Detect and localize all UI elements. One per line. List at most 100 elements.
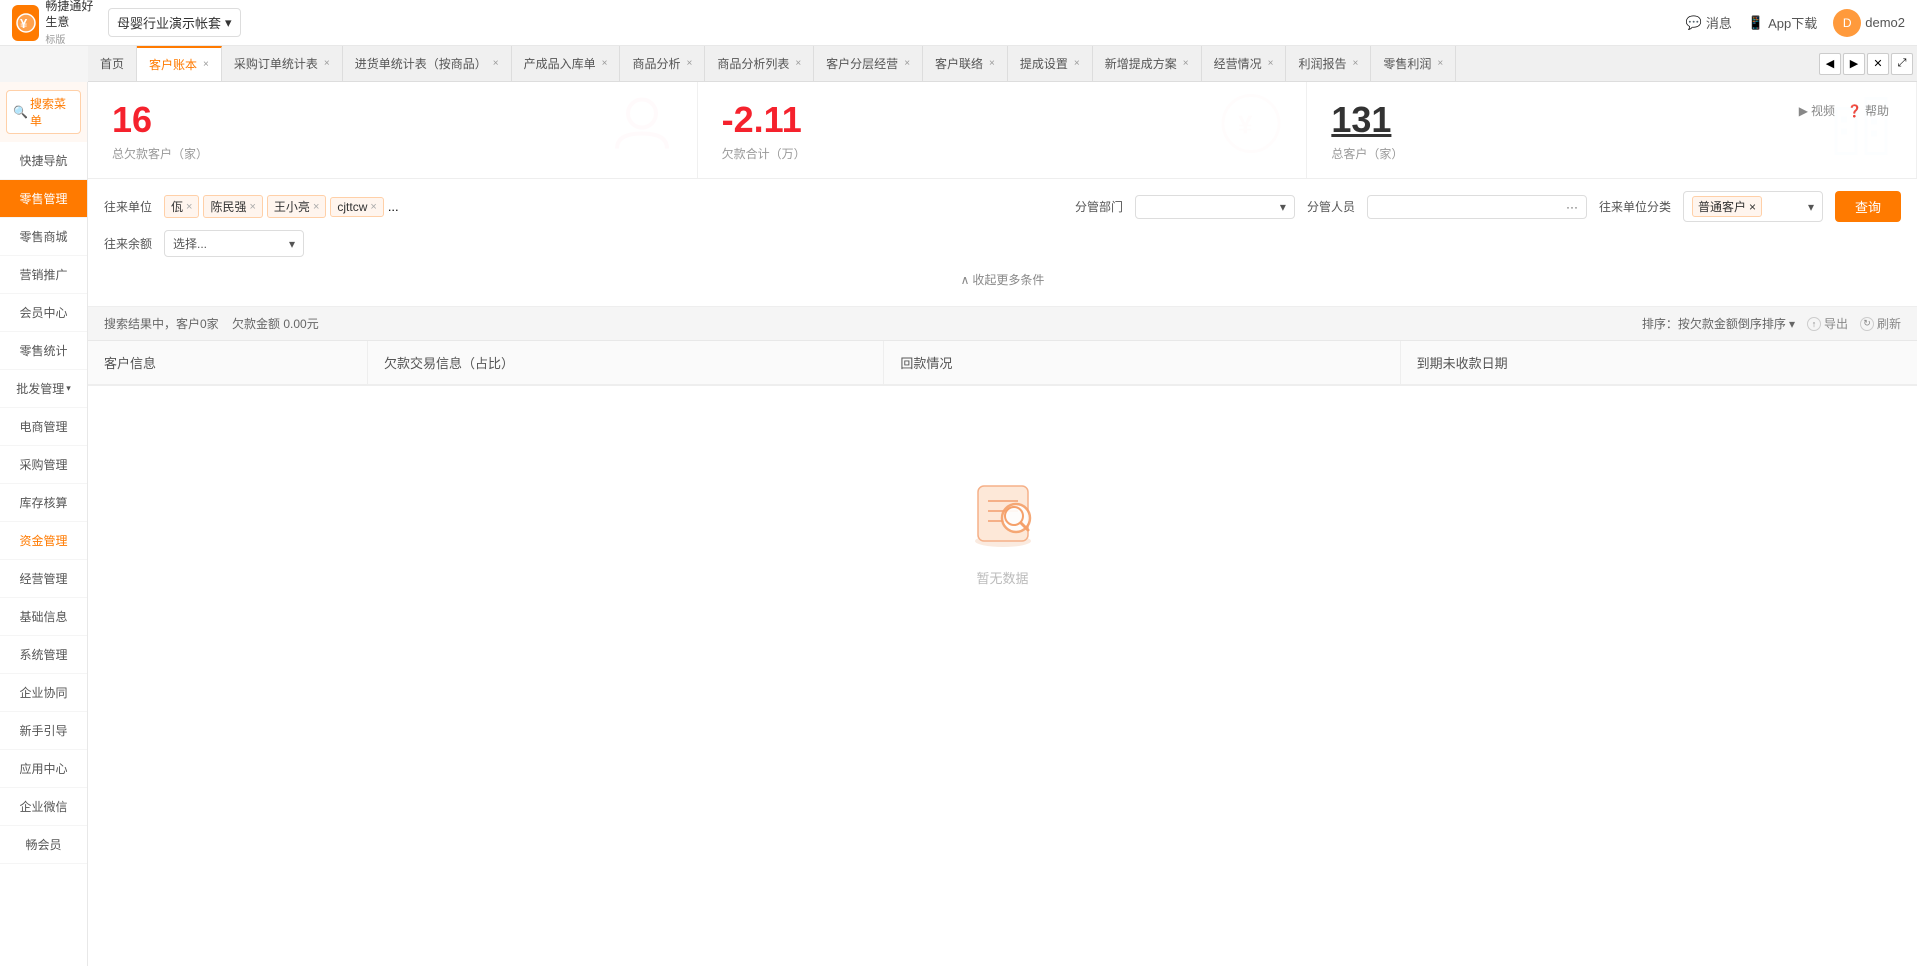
video-help-video[interactable]: ▶ 视频 [1799, 102, 1835, 119]
filter-tag-close-1[interactable]: × [186, 201, 192, 213]
tab-nav: 首页 客户账本 × 采购订单统计表 × 进货单统计表（按商品） × 产成品入库单… [88, 46, 1917, 82]
tab-new-commission[interactable]: 新增提成方案 × [1093, 46, 1202, 82]
chevron-up-icon: ∧ [961, 273, 970, 287]
tab-profit-report[interactable]: 利润报告 × [1286, 46, 1371, 82]
empty-state-icon [958, 466, 1048, 556]
tab-close-icon[interactable]: × [493, 58, 499, 69]
empty-state-text: 暂无数据 [976, 568, 1028, 587]
tab-operations[interactable]: 经营情况 × [1202, 46, 1287, 82]
app-download-action[interactable]: 📱 App下载 [1748, 13, 1817, 32]
sidebar-item-enterprise-collab-label: 企业协同 [19, 686, 67, 700]
tab-label: 客户分层经营 [826, 55, 898, 72]
tab-close-icon[interactable]: × [203, 59, 209, 70]
tab-product-analysis-list[interactable]: 商品分析列表 × [705, 46, 814, 82]
sidebar-item-wholesale-mgmt[interactable]: 批发管理 ▾ [0, 370, 87, 408]
sidebar-item-enterprise-collab[interactable]: 企业协同 [0, 674, 87, 712]
search-menu-box[interactable]: 🔍 搜索菜单 [6, 90, 81, 134]
sidebar-item-quick-nav[interactable]: 快捷导航 [0, 142, 87, 180]
filter-tag-unit-1: 佤 × [164, 195, 199, 218]
sidebar-item-ecommerce[interactable]: 电商管理 [0, 408, 87, 446]
filter-tags-units: 佤 × 陈民强 × 王小亮 × cjttcw × ... [164, 195, 1063, 218]
sidebar-item-system-mgmt[interactable]: 系统管理 [0, 636, 87, 674]
stat-customers-value: 16 [112, 98, 152, 141]
tab-close-icon[interactable]: × [1074, 58, 1080, 69]
sidebar-item-operations-mgmt[interactable]: 经营管理 [0, 560, 87, 598]
tab-customer-contact[interactable]: 客户联络 × [923, 46, 1008, 82]
sidebar-item-retail-stats[interactable]: 零售统计 [0, 332, 87, 370]
tab-close-icon[interactable]: × [1268, 58, 1274, 69]
sidebar-item-enterprise-wechat[interactable]: 企业微信 [0, 788, 87, 826]
stat-card-customers: 16 总欠款客户（家） [88, 82, 698, 178]
filter-classification-select[interactable]: 普通客户 × ▾ [1683, 191, 1823, 222]
stat-card-arrears: -2.11 欠款合计（万） ¥ [698, 82, 1308, 178]
sidebar-item-purchase-mgmt[interactable]: 采购管理 [0, 446, 87, 484]
sidebar-search-area: 🔍 搜索菜单 [0, 82, 87, 142]
tab-close-icon[interactable]: × [1183, 58, 1189, 69]
sidebar-item-retail-mall[interactable]: 零售商城 [0, 218, 87, 256]
sidebar-item-marketing[interactable]: 营销推广 [0, 256, 87, 294]
tab-close-icon[interactable]: × [904, 58, 910, 69]
filter-classification-close[interactable]: × [1749, 200, 1756, 214]
filter-tags-more[interactable]: ... [388, 199, 399, 214]
tab-close-icon[interactable]: × [324, 58, 330, 69]
tab-close-icon[interactable]: × [1352, 58, 1358, 69]
video-help-help[interactable]: ❓ 帮助 [1847, 102, 1889, 119]
sidebar-item-operations-mgmt-label: 经营管理 [19, 572, 67, 586]
sort-selector[interactable]: 排序：按欠款金额倒序排序 ▾ [1642, 315, 1795, 332]
collapse-button[interactable]: ∧ 收起更多条件 [104, 265, 1901, 294]
message-action[interactable]: 💬 消息 [1686, 13, 1732, 32]
sidebar-item-marketing-label: 营销推广 [19, 268, 67, 282]
sidebar-item-wholesale-mgmt-label: 批发管理 [16, 380, 64, 397]
tab-close-icon[interactable]: × [1437, 58, 1443, 69]
tab-label: 经营情况 [1214, 55, 1262, 72]
filter-tag-close-4[interactable]: × [370, 201, 376, 213]
sidebar-item-retail-mgmt[interactable]: 零售管理 [0, 180, 87, 218]
sidebar-item-app-center[interactable]: 应用中心 [0, 750, 87, 788]
tab-home-label: 首页 [100, 55, 124, 72]
refresh-action[interactable]: ↻ 刷新 [1860, 315, 1901, 332]
filter-tag-close-2[interactable]: × [249, 201, 255, 213]
tab-home[interactable]: 首页 [88, 46, 137, 82]
tab-purchase-order[interactable]: 采购订单统计表 × [222, 46, 343, 82]
tab-customer-ledger[interactable]: 客户账本 × [137, 46, 222, 82]
sidebar-item-app-center-label: 应用中心 [19, 762, 67, 776]
tab-next-button[interactable]: ▶ [1843, 53, 1865, 75]
tab-close-all-button[interactable]: ✕ [1867, 53, 1889, 75]
stat-customers-label: 总欠款客户（家） [112, 145, 208, 162]
sidebar-item-enterprise-wechat-label: 企业微信 [19, 800, 67, 814]
tab-expand-button[interactable]: ⤢ [1891, 53, 1913, 75]
tab-inbound-stats[interactable]: 进货单统计表（按商品） × [343, 46, 512, 82]
filter-dept-select[interactable]: ▾ [1135, 195, 1295, 219]
table-col-repayment: 回款情况 [884, 341, 1400, 384]
sidebar-item-inventory[interactable]: 库存核算 [0, 484, 87, 522]
logo-area: ¥ 畅捷通好生意 标版 [12, 0, 100, 46]
tab-close-icon[interactable]: × [795, 58, 801, 69]
tab-commission-settings[interactable]: 提成设置 × [1008, 46, 1093, 82]
tab-label: 利润报告 [1298, 55, 1346, 72]
sidebar-item-finance[interactable]: 资金管理 [0, 522, 87, 560]
user-profile[interactable]: D demo2 [1833, 9, 1905, 37]
export-action[interactable]: ↑ 导出 [1807, 315, 1848, 332]
filter-balance-select[interactable]: 选择... ▾ [164, 230, 304, 257]
sidebar-item-basic-info[interactable]: 基础信息 [0, 598, 87, 636]
sidebar-item-newbie-guide[interactable]: 新手引导 [0, 712, 87, 750]
tab-close-icon[interactable]: × [989, 58, 995, 69]
account-selector[interactable]: 母婴行业演示帐套 ▾ [108, 8, 241, 37]
tab-customer-tier[interactable]: 客户分层经营 × [814, 46, 923, 82]
tab-product-inbound[interactable]: 产成品入库单 × [512, 46, 621, 82]
filter-manager-select[interactable]: ··· [1367, 195, 1587, 219]
result-search-summary: 搜索结果中，客户0家 [104, 317, 219, 331]
filter-tag-close-3[interactable]: × [313, 201, 319, 213]
table-area: 客户信息 欠款交易信息（占比） 回款情况 到期未收款日期 [88, 341, 1917, 966]
tab-prev-button[interactable]: ◀ [1819, 53, 1841, 75]
query-button[interactable]: 查询 [1835, 191, 1901, 222]
sidebar-item-chang-member[interactable]: 畅会员 [0, 826, 87, 864]
sidebar-item-member-center[interactable]: 会员中心 [0, 294, 87, 332]
export-label: 导出 [1824, 315, 1848, 332]
tab-retail-profit[interactable]: 零售利润 × [1371, 46, 1456, 82]
search-icon: 🔍 [13, 105, 28, 119]
result-amount: 欠款金额 0.00元 [232, 317, 319, 331]
tab-product-analysis[interactable]: 商品分析 × [620, 46, 705, 82]
tab-close-icon[interactable]: × [686, 58, 692, 69]
tab-close-icon[interactable]: × [602, 58, 608, 69]
